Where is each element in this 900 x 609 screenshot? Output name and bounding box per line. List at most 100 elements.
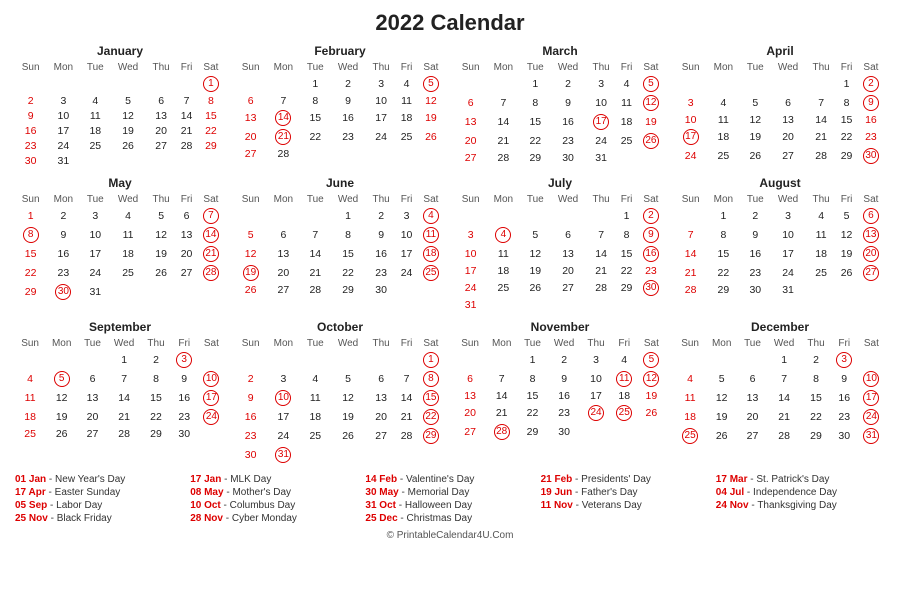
calendar-day: 14 xyxy=(806,112,836,127)
weekday-header: Sun xyxy=(235,193,266,206)
calendar-day: 18 xyxy=(417,244,445,263)
page-title: 2022 Calendar xyxy=(15,10,885,36)
calendar-day xyxy=(836,282,857,297)
calendar-day: 9 xyxy=(15,108,46,123)
calendar-day: 10 xyxy=(396,225,417,244)
calendar-day xyxy=(78,350,107,369)
calendar-day: 21 xyxy=(176,123,197,138)
month-title: September xyxy=(15,320,225,334)
calendar-day: 13 xyxy=(176,225,197,244)
month-may: MaySunMonTueWedThuFriSat1234567891011121… xyxy=(15,176,225,312)
calendar-day: 10 xyxy=(366,93,396,108)
calendar-day: 23 xyxy=(857,127,885,146)
calendar-day: 6 xyxy=(455,369,485,388)
calendar-day: 23 xyxy=(330,127,366,146)
calendar-day: 8 xyxy=(141,369,170,388)
calendar-day: 6 xyxy=(366,369,396,388)
calendar-day: 28 xyxy=(486,150,520,165)
calendar-day: 27 xyxy=(550,278,586,297)
calendar-day: 5 xyxy=(637,74,665,93)
calendar-day: 6 xyxy=(738,369,767,388)
weekday-header: Sat xyxy=(637,193,665,206)
month-title: November xyxy=(455,320,665,334)
calendar-day: 26 xyxy=(110,138,146,153)
calendar-day: 9 xyxy=(366,225,396,244)
calendar-day: 7 xyxy=(767,369,802,388)
calendar-day xyxy=(110,282,146,301)
holiday-item: 25 Dec - Christmas Day xyxy=(365,513,534,524)
calendar-day xyxy=(80,153,110,168)
calendar-day xyxy=(15,350,45,369)
weekday-header: Mon xyxy=(486,193,520,206)
holiday-item xyxy=(541,513,710,524)
weekday-header: Tue xyxy=(300,61,330,74)
calendar-day: 25 xyxy=(110,263,146,282)
month-june: JuneSunMonTueWedThuFriSat 12345678910111… xyxy=(235,176,445,312)
calendar-day: 1 xyxy=(107,350,142,369)
calendar-day: 9 xyxy=(547,369,582,388)
calendar-day: 1 xyxy=(616,206,637,225)
calendar-day: 20 xyxy=(770,127,806,146)
weekday-header: Wed xyxy=(550,193,586,206)
calendar-day: 12 xyxy=(110,108,146,123)
month-title: December xyxy=(675,320,885,334)
weekday-header: Sun xyxy=(675,337,705,350)
weekday-header: Mon xyxy=(46,193,80,206)
weekday-header: Mon xyxy=(486,61,520,74)
calendar-day: 13 xyxy=(146,108,176,123)
holiday-item: 08 May - Mother's Day xyxy=(190,487,359,498)
weekday-header: Sat xyxy=(417,193,445,206)
weekday-header: Sat xyxy=(197,61,225,74)
weekday-header: Fri xyxy=(176,193,197,206)
calendar-day: 28 xyxy=(586,278,616,297)
calendar-day: 21 xyxy=(767,407,802,426)
calendar-day: 15 xyxy=(417,388,445,407)
calendar-day: 3 xyxy=(46,93,80,108)
calendar-day: 21 xyxy=(675,263,706,282)
calendar-day: 6 xyxy=(455,93,486,112)
calendar-day: 20 xyxy=(550,263,586,278)
calendar-day: 6 xyxy=(78,369,107,388)
calendar-day: 2 xyxy=(637,206,665,225)
calendar-day: 19 xyxy=(146,244,176,263)
weekday-header: Sat xyxy=(417,61,445,74)
month-january: JanuarySunMonTueWedThuFriSat 12345678910… xyxy=(15,44,225,168)
calendar-day: 4 xyxy=(110,206,146,225)
holiday-name: Independence Day xyxy=(753,487,837,498)
calendar-day: 20 xyxy=(738,407,767,426)
calendar-day xyxy=(46,74,80,93)
calendar-day: 28 xyxy=(176,138,197,153)
calendar-day: 27 xyxy=(266,282,300,297)
calendar-day: 14 xyxy=(396,388,417,407)
calendar-day: 10 xyxy=(581,369,610,388)
weekday-header: Mon xyxy=(485,337,518,350)
calendar-day: 17 xyxy=(266,407,300,426)
month-title: May xyxy=(15,176,225,190)
calendar-day: 13 xyxy=(550,244,586,263)
calendar-day: 25 xyxy=(417,263,445,282)
calendar-day: 11 xyxy=(675,388,705,407)
holiday-name: Labor Day xyxy=(56,500,102,511)
calendar-day: 16 xyxy=(547,388,582,403)
weekday-header: Tue xyxy=(78,337,107,350)
calendar-day: 2 xyxy=(366,206,396,225)
weekday-header: Tue xyxy=(80,61,110,74)
calendar-day xyxy=(396,146,417,161)
calendar-day: 18 xyxy=(15,407,45,426)
calendar-day: 27 xyxy=(770,146,806,165)
calendar-day: 5 xyxy=(45,369,78,388)
calendar-day: 11 xyxy=(486,244,520,263)
calendar-day: 22 xyxy=(197,123,225,138)
holiday-date: 11 Nov xyxy=(541,500,573,511)
calendar-day: 12 xyxy=(330,388,366,407)
weekday-header: Mon xyxy=(706,61,740,74)
calendar-day: 22 xyxy=(300,127,330,146)
calendar-day: 21 xyxy=(396,407,417,426)
calendar-day: 11 xyxy=(15,388,45,407)
calendar-day xyxy=(396,282,417,297)
calendar-day: 19 xyxy=(705,407,738,426)
calendar-day: 2 xyxy=(550,74,586,93)
month-april: AprilSunMonTueWedThuFriSat 1234567891011… xyxy=(675,44,885,168)
calendar-day: 11 xyxy=(417,225,445,244)
calendar-day: 23 xyxy=(46,263,80,282)
